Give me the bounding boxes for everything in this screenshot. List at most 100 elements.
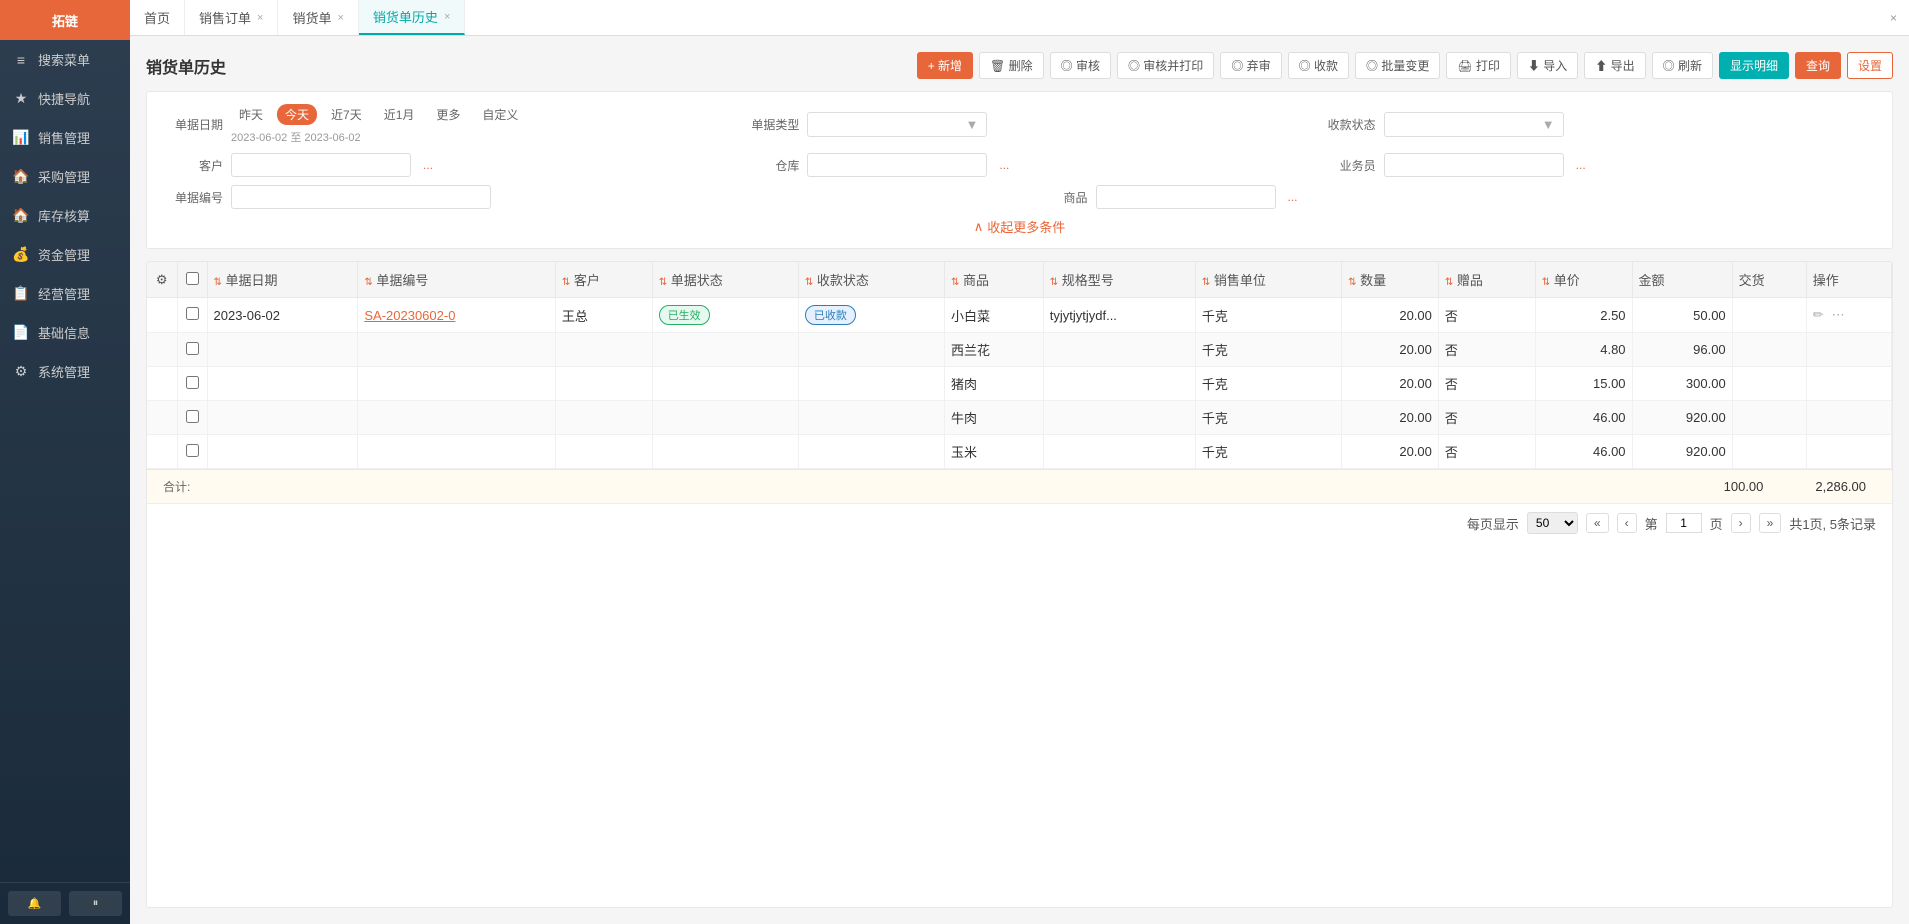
delete-button[interactable]: 🗑 删除 bbox=[979, 52, 1044, 79]
sidebar-item-system-mgmt[interactable]: ⚙ 系统管理 bbox=[0, 352, 130, 391]
checkbox-col-header[interactable] bbox=[177, 262, 207, 298]
notification-button[interactable]: 🔔 bbox=[8, 891, 61, 916]
gift-cell: 否 bbox=[1438, 333, 1535, 367]
doc-no-cell[interactable] bbox=[358, 435, 556, 469]
pause-button[interactable]: ⏸ bbox=[69, 891, 122, 916]
date-chips-row: 昨天 今天 近7天 近1月 更多 自定义 bbox=[231, 104, 526, 125]
system-icon: ⚙ bbox=[12, 363, 30, 380]
sidebar-item-basic-info[interactable]: 📄 基础信息 bbox=[0, 313, 130, 352]
tab-close-sales-order[interactable]: × bbox=[257, 12, 263, 24]
close-all-tabs[interactable]: × bbox=[1878, 11, 1909, 25]
refresh-button[interactable]: ◎ 刷新 bbox=[1652, 52, 1713, 79]
spec-cell bbox=[1043, 401, 1195, 435]
spec-col-header[interactable]: ⇅ 规格型号 bbox=[1043, 262, 1195, 298]
sort-icon3: ⇅ bbox=[562, 277, 570, 288]
tab-home[interactable]: 首页 bbox=[130, 0, 185, 35]
next-page-button[interactable]: › bbox=[1731, 513, 1751, 533]
goods-input[interactable] bbox=[1096, 185, 1276, 209]
main-content: 首页 销售订单 × 销货单 × 销货单历史 × × 销货单历史 + 新增 🗑 删… bbox=[130, 0, 1909, 924]
checkbox-cell[interactable] bbox=[177, 435, 207, 469]
collect-status-col-header[interactable]: ⇅ 收款状态 bbox=[798, 262, 944, 298]
batch-change-button[interactable]: ◎ 批量变更 bbox=[1355, 52, 1440, 79]
customer-picker[interactable]: ... bbox=[419, 158, 437, 172]
page-input[interactable] bbox=[1666, 513, 1702, 533]
unit-price-col-header[interactable]: ⇅ 单价 bbox=[1535, 262, 1632, 298]
chip-today[interactable]: 今天 bbox=[277, 104, 317, 125]
collapse-button[interactable]: ∧ 收起更多条件 bbox=[163, 217, 1876, 236]
doc-type-select[interactable]: ▼ bbox=[807, 112, 987, 137]
gear-col-header[interactable]: ⚙ bbox=[147, 262, 177, 298]
chip-yesterday[interactable]: 昨天 bbox=[231, 104, 271, 125]
customer-col-header[interactable]: ⇅ 客户 bbox=[555, 262, 652, 298]
select-all-checkbox[interactable] bbox=[186, 272, 199, 285]
last-page-button[interactable]: » bbox=[1759, 513, 1782, 533]
customer-input[interactable] bbox=[231, 153, 411, 177]
row-checkbox[interactable] bbox=[186, 410, 199, 423]
sidebar-item-sales-mgmt[interactable]: 📊 销售管理 bbox=[0, 118, 130, 157]
chip-1month[interactable]: 近1月 bbox=[376, 104, 423, 125]
warehouse-label: 仓库 bbox=[739, 157, 799, 174]
page-size-select[interactable]: 50 100 200 bbox=[1527, 512, 1578, 534]
warehouse-picker[interactable]: ... bbox=[995, 158, 1013, 172]
new-button[interactable]: + 新增 bbox=[917, 52, 973, 79]
tab-close-sales-history[interactable]: × bbox=[444, 11, 450, 23]
doc-no-col-header[interactable]: ⇅ 单据编号 bbox=[358, 262, 556, 298]
row-checkbox[interactable] bbox=[186, 376, 199, 389]
row-checkbox[interactable] bbox=[186, 307, 199, 320]
print-button[interactable]: 🖨 打印 bbox=[1446, 52, 1511, 79]
tab-sales-history[interactable]: 销货单历史 × bbox=[359, 0, 465, 35]
gear-cell bbox=[147, 333, 177, 367]
checkbox-cell[interactable] bbox=[177, 401, 207, 435]
doc-status-col-header[interactable]: ⇅ 单据状态 bbox=[652, 262, 798, 298]
date-cell bbox=[207, 435, 358, 469]
tab-close-sales-goods[interactable]: × bbox=[337, 12, 343, 24]
doc-no-input[interactable] bbox=[231, 185, 491, 209]
tab-sales-goods[interactable]: 销货单 × bbox=[278, 0, 358, 35]
abandon-button[interactable]: ◎ 弃审 bbox=[1220, 52, 1281, 79]
collect-status-select[interactable]: ▼ bbox=[1384, 112, 1564, 137]
unit-col-header[interactable]: ⇅ 销售单位 bbox=[1195, 262, 1341, 298]
row-checkbox[interactable] bbox=[186, 444, 199, 457]
review-button[interactable]: ◎ 审核 bbox=[1050, 52, 1111, 79]
edit-icon[interactable]: ✏ bbox=[1813, 307, 1824, 323]
prev-page-button[interactable]: ‹ bbox=[1617, 513, 1637, 533]
chip-more[interactable]: 更多 bbox=[428, 104, 468, 125]
goods-picker[interactable]: ... bbox=[1284, 190, 1302, 204]
gift-col-header[interactable]: ⇅ 赠品 bbox=[1438, 262, 1535, 298]
first-page-button[interactable]: « bbox=[1586, 513, 1609, 533]
export-button[interactable]: ⬆ 导出 bbox=[1584, 52, 1645, 79]
review-print-button[interactable]: ◎ 审核并打印 bbox=[1117, 52, 1214, 79]
goods-col-header[interactable]: ⇅ 商品 bbox=[945, 262, 1044, 298]
settings-button[interactable]: 设置 bbox=[1847, 52, 1893, 79]
more-icon[interactable]: ⋯ bbox=[1832, 307, 1845, 323]
doc-no-cell[interactable] bbox=[358, 367, 556, 401]
sidebar-item-inventory[interactable]: 🏠 库存核算 bbox=[0, 196, 130, 235]
query-button[interactable]: 查询 bbox=[1795, 52, 1841, 79]
row-checkbox[interactable] bbox=[186, 342, 199, 355]
collect-button[interactable]: ◎ 收款 bbox=[1288, 52, 1349, 79]
checkbox-cell[interactable] bbox=[177, 367, 207, 401]
qty-col-header[interactable]: ⇅ 数量 bbox=[1342, 262, 1439, 298]
sidebar-item-finance[interactable]: 💰 资金管理 bbox=[0, 235, 130, 274]
sidebar-item-purchase-mgmt[interactable]: 🏠 采购管理 bbox=[0, 157, 130, 196]
warehouse-input[interactable] bbox=[807, 153, 987, 177]
chip-custom[interactable]: 自定义 bbox=[474, 104, 526, 125]
doc-no-cell[interactable] bbox=[358, 333, 556, 367]
staff-input[interactable] bbox=[1384, 153, 1564, 177]
doc-no-cell[interactable] bbox=[358, 401, 556, 435]
tab-sales-order[interactable]: 销售订单 × bbox=[185, 0, 278, 35]
checkbox-cell[interactable] bbox=[177, 298, 207, 333]
date-col-header[interactable]: ⇅ 单据日期 bbox=[207, 262, 358, 298]
doc-no-cell[interactable]: SA-20230602-0 bbox=[358, 298, 556, 333]
doc-no-link[interactable]: SA-20230602-0 bbox=[364, 308, 455, 323]
chip-7days[interactable]: 近7天 bbox=[323, 104, 370, 125]
import-button[interactable]: ⬇ 导入 bbox=[1517, 52, 1578, 79]
sidebar-item-quick-nav[interactable]: ★ 快捷导航 bbox=[0, 79, 130, 118]
goods-cell: 小白菜 bbox=[945, 298, 1044, 333]
sidebar-item-search-menu[interactable]: ≡ 搜索菜单 bbox=[0, 40, 130, 79]
collect-status-cell bbox=[798, 435, 944, 469]
sidebar-item-operation[interactable]: 📋 经营管理 bbox=[0, 274, 130, 313]
checkbox-cell[interactable] bbox=[177, 333, 207, 367]
show-detail-button[interactable]: 显示明细 bbox=[1719, 52, 1789, 79]
staff-picker[interactable]: ... bbox=[1572, 158, 1590, 172]
